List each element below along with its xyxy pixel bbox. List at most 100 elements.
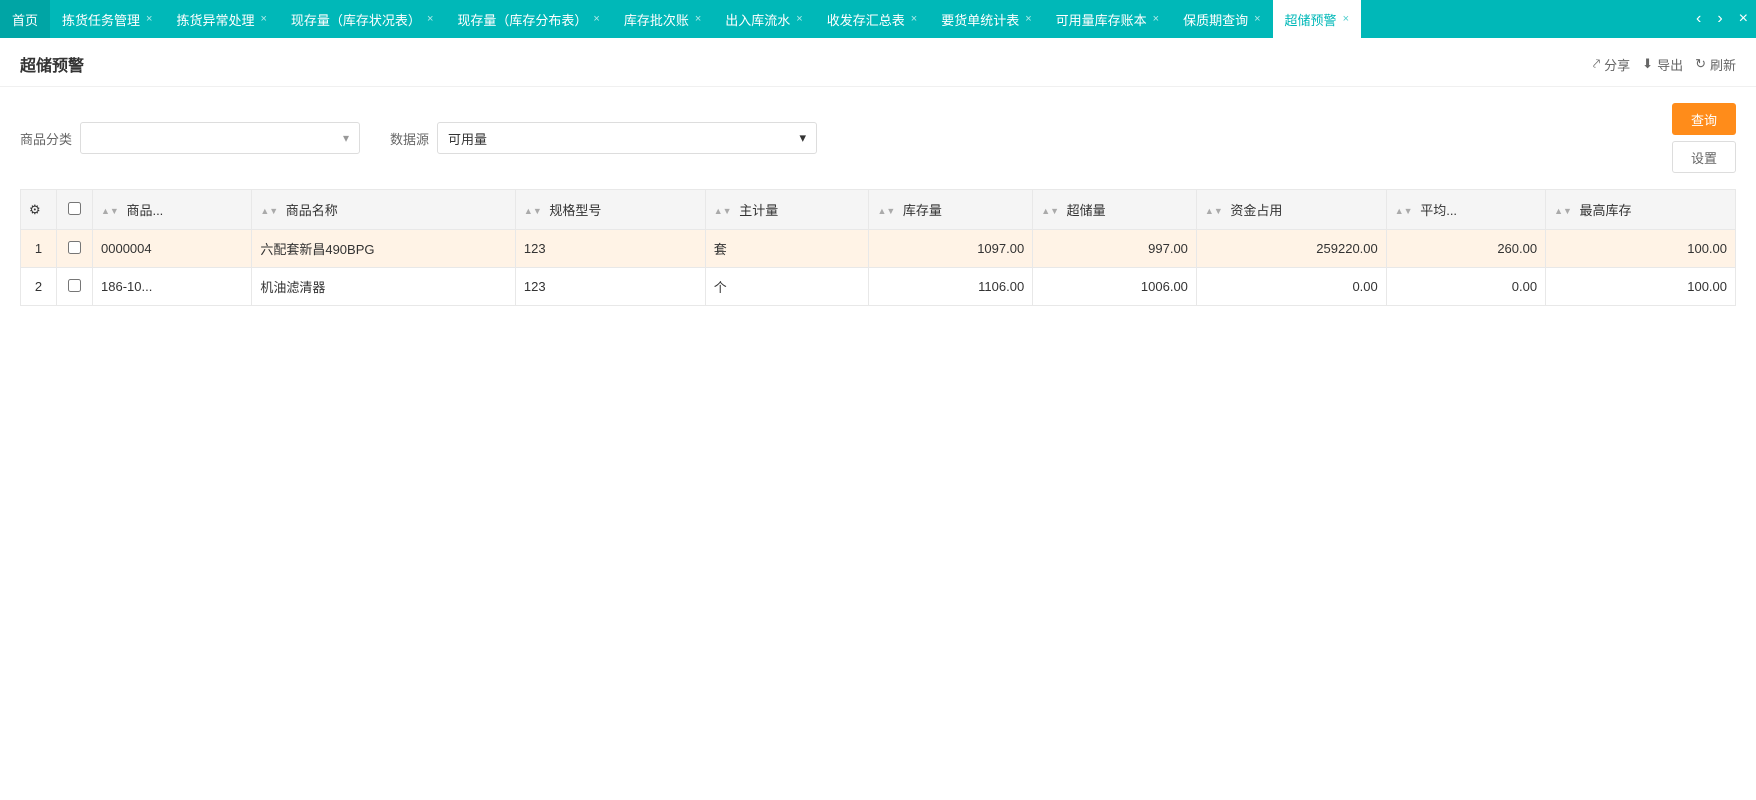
datasource-filter-group: 数据源 可用量 ▾	[390, 122, 817, 154]
row-unit: 套	[705, 230, 869, 268]
overflow-column-header[interactable]: ▲▼ 超储量	[1033, 190, 1197, 230]
sort-icon: ▲▼	[877, 207, 895, 216]
close-icon[interactable]: ×	[146, 13, 152, 25]
row-max: 100.00	[1546, 230, 1736, 268]
share-icon: ⤤	[1593, 56, 1600, 72]
sort-icon: ▲▼	[1395, 207, 1413, 216]
select-all-checkbox[interactable]	[68, 202, 81, 215]
row-overflow: 1006.00	[1033, 268, 1197, 306]
close-icon[interactable]: ×	[796, 13, 802, 25]
spec-column-header[interactable]: ▲▼ 规格型号	[515, 190, 705, 230]
nav-stock-status[interactable]: 现存量（库存状况表） ×	[279, 0, 445, 38]
category-filter-group: 商品分类 ▾	[20, 122, 360, 154]
gear-icon[interactable]: ⚙	[29, 202, 41, 217]
nav-home[interactable]: 首页	[0, 0, 50, 38]
row-spec: 123	[515, 268, 705, 306]
close-icon[interactable]: ×	[1343, 13, 1349, 25]
filter-buttons: 查询 设置	[1672, 103, 1736, 173]
avg-column-header[interactable]: ▲▼ 平均...	[1386, 190, 1545, 230]
close-icon[interactable]: ×	[695, 13, 701, 25]
sort-icon: ▲▼	[714, 207, 732, 216]
capital-column-header[interactable]: ▲▼ 资金占用	[1196, 190, 1386, 230]
export-action[interactable]: ⬇ 导出	[1642, 55, 1683, 74]
row-name: 机油滤清器	[252, 268, 516, 306]
table-area: ⚙ ▲▼ 商品... ▲▼ 商品名称 ▲▼ 规格型号 ▲▼	[0, 189, 1756, 306]
datasource-select[interactable]: 可用量 ▾	[437, 122, 817, 154]
refresh-icon: ↻	[1695, 56, 1706, 72]
nav-order-stats[interactable]: 要货单统计表 ×	[929, 0, 1043, 38]
row-checkbox[interactable]	[68, 241, 81, 254]
sort-icon: ▲▼	[1041, 207, 1059, 216]
close-icon[interactable]: ×	[427, 13, 433, 25]
row-stock: 1106.00	[869, 268, 1033, 306]
chevron-down-icon: ▾	[343, 131, 349, 145]
name-column-header[interactable]: ▲▼ 商品名称	[252, 190, 516, 230]
row-overflow: 997.00	[1033, 230, 1197, 268]
nav-close-arrow[interactable]: ×	[1731, 0, 1756, 38]
unit-column-header[interactable]: ▲▼ 主计量	[705, 190, 869, 230]
nav-inout-flow[interactable]: 出入库流水 ×	[713, 0, 814, 38]
close-icon[interactable]: ×	[1254, 13, 1260, 25]
page-title: 超储预警	[20, 52, 84, 76]
nav-quality-period[interactable]: 保质期查询 ×	[1171, 0, 1272, 38]
page-header: 超储预警 ⤤ 分享 ⬇ 导出 ↻ 刷新	[0, 38, 1756, 87]
row-checkbox[interactable]	[68, 279, 81, 292]
nav-available-account[interactable]: 可用量库存账本 ×	[1044, 0, 1171, 38]
table-row: 2 186-10... 机油滤清器 123 个 1106.00 1006.00 …	[21, 268, 1736, 306]
query-button[interactable]: 查询	[1672, 103, 1736, 135]
row-avg: 0.00	[1386, 268, 1545, 306]
close-icon[interactable]: ×	[911, 13, 917, 25]
row-capital: 0.00	[1196, 268, 1386, 306]
stock-column-header[interactable]: ▲▼ 库存量	[869, 190, 1033, 230]
nav-next-arrow[interactable]: ›	[1709, 0, 1730, 38]
code-column-header[interactable]: ▲▼ 商品...	[93, 190, 252, 230]
sort-icon: ▲▼	[260, 207, 278, 216]
nav-batch-account[interactable]: 库存批次账 ×	[612, 0, 713, 38]
datasource-label: 数据源	[390, 129, 429, 148]
table-header-row: ⚙ ▲▼ 商品... ▲▼ 商品名称 ▲▼ 规格型号 ▲▼	[21, 190, 1736, 230]
nav-summary[interactable]: 收发存汇总表 ×	[815, 0, 929, 38]
close-icon[interactable]: ×	[1153, 13, 1159, 25]
close-icon[interactable]: ×	[593, 13, 599, 25]
filter-area: 商品分类 ▾ 数据源 可用量 ▾ 查询 设置	[0, 87, 1756, 189]
row-spec: 123	[515, 230, 705, 268]
nav-prev-arrow[interactable]: ‹	[1688, 0, 1709, 38]
row-num: 2	[21, 268, 57, 306]
settings-column-header: ⚙	[21, 190, 57, 230]
close-icon[interactable]: ×	[1025, 13, 1031, 25]
nav-task-management[interactable]: 拣货任务管理 ×	[50, 0, 164, 38]
row-stock: 1097.00	[869, 230, 1033, 268]
sort-icon: ▲▼	[524, 207, 542, 216]
category-select[interactable]: ▾	[80, 122, 360, 154]
row-checkbox-cell	[57, 230, 93, 268]
row-checkbox-cell	[57, 268, 93, 306]
sort-icon: ▲▼	[101, 207, 119, 216]
row-max: 100.00	[1546, 268, 1736, 306]
chevron-down-icon: ▾	[800, 130, 807, 146]
datasource-value: 可用量	[448, 129, 487, 148]
row-avg: 260.00	[1386, 230, 1545, 268]
sort-icon: ▲▼	[1205, 207, 1223, 216]
sort-icon: ▲▼	[1554, 207, 1572, 216]
nav-stock-distribution[interactable]: 现存量（库存分布表） ×	[445, 0, 611, 38]
top-navigation: 首页 拣货任务管理 × 拣货异常处理 × 现存量（库存状况表） × 现存量（库存…	[0, 0, 1756, 38]
table-row: 1 0000004 六配套新昌490BPG 123 套 1097.00 997.…	[21, 230, 1736, 268]
row-code: 0000004	[93, 230, 252, 268]
row-capital: 259220.00	[1196, 230, 1386, 268]
nav-exception-handling[interactable]: 拣货异常处理 ×	[164, 0, 278, 38]
nav-overstock-warning[interactable]: 超储预警 ×	[1273, 0, 1361, 38]
setting-button[interactable]: 设置	[1672, 141, 1736, 173]
refresh-action[interactable]: ↻ 刷新	[1695, 55, 1736, 74]
nav-arrows: ‹ › ×	[1688, 0, 1756, 38]
row-unit: 个	[705, 268, 869, 306]
share-action[interactable]: ⤤ 分享	[1593, 55, 1630, 74]
close-icon[interactable]: ×	[260, 13, 266, 25]
row-num: 1	[21, 230, 57, 268]
data-table: ⚙ ▲▼ 商品... ▲▼ 商品名称 ▲▼ 规格型号 ▲▼	[20, 189, 1736, 306]
max-column-header[interactable]: ▲▼ 最高库存	[1546, 190, 1736, 230]
page-actions: ⤤ 分享 ⬇ 导出 ↻ 刷新	[1593, 55, 1736, 74]
row-code: 186-10...	[93, 268, 252, 306]
checkbox-column-header	[57, 190, 93, 230]
row-name: 六配套新昌490BPG	[252, 230, 516, 268]
export-icon: ⬇	[1642, 56, 1653, 72]
